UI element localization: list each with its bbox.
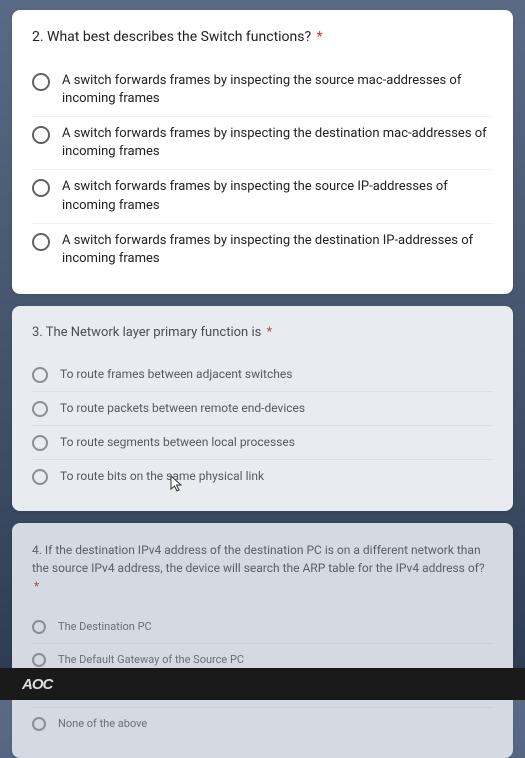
question-title: 4. If the destination IPv4 address of th… bbox=[32, 541, 493, 595]
option-row[interactable]: To route bits on the same physical link bbox=[32, 460, 493, 493]
option-label: To route packets between remote end-devi… bbox=[60, 400, 493, 417]
option-label: The Destination PC bbox=[58, 619, 493, 634]
question-title: 2. What best describes the Switch functi… bbox=[32, 28, 493, 48]
radio-icon[interactable] bbox=[32, 126, 50, 144]
option-row[interactable]: The Destination PC bbox=[32, 611, 493, 643]
question-title: 3. The Network layer primary function is… bbox=[32, 324, 493, 342]
option-label: None of the above bbox=[58, 716, 493, 731]
option-label: To route frames between adjacent switche… bbox=[60, 366, 493, 383]
radio-icon[interactable] bbox=[32, 367, 48, 383]
question-number: 3. bbox=[32, 325, 43, 340]
monitor-bezel: AOC bbox=[0, 668, 525, 700]
option-row[interactable]: A switch forwards frames by inspecting t… bbox=[32, 170, 493, 223]
radio-icon[interactable] bbox=[32, 469, 48, 485]
radio-icon[interactable] bbox=[32, 401, 48, 417]
option-label: The Default Gateway of the Source PC bbox=[58, 652, 493, 667]
question-text: If the destination IPv4 address of the d… bbox=[32, 543, 485, 575]
option-row[interactable]: None of the above bbox=[32, 708, 493, 739]
required-mark: * bbox=[267, 325, 273, 340]
option-label: A switch forwards frames by inspecting t… bbox=[62, 178, 493, 214]
option-row[interactable]: To route packets between remote end-devi… bbox=[32, 392, 493, 426]
monitor-logo: AOC bbox=[22, 676, 52, 693]
question-card-2: 2. What best describes the Switch functi… bbox=[12, 10, 513, 294]
required-mark: * bbox=[317, 29, 323, 45]
option-row[interactable]: A switch forwards frames by inspecting t… bbox=[32, 64, 493, 117]
radio-icon[interactable] bbox=[32, 653, 46, 667]
question-card-4: 4. If the destination IPv4 address of th… bbox=[12, 523, 513, 758]
question-number: 4. bbox=[32, 543, 42, 557]
option-label: To route segments between local processe… bbox=[60, 434, 493, 451]
radio-icon[interactable] bbox=[32, 435, 48, 451]
radio-icon[interactable] bbox=[32, 620, 46, 634]
radio-icon[interactable] bbox=[32, 179, 50, 197]
option-row[interactable]: A switch forwards frames by inspecting t… bbox=[32, 224, 493, 276]
radio-icon[interactable] bbox=[32, 233, 50, 251]
option-row[interactable]: To route segments between local processe… bbox=[32, 426, 493, 460]
radio-icon[interactable] bbox=[32, 73, 50, 91]
question-text: What best describes the Switch functions… bbox=[47, 29, 311, 45]
option-label: To route bits on the same physical link bbox=[60, 468, 493, 485]
required-mark: * bbox=[34, 579, 39, 593]
question-text: The Network layer primary function is bbox=[46, 325, 262, 340]
option-label: A switch forwards frames by inspecting t… bbox=[62, 72, 493, 108]
option-label: A switch forwards frames by inspecting t… bbox=[62, 125, 493, 161]
question-number: 2. bbox=[32, 29, 44, 45]
option-label: A switch forwards frames by inspecting t… bbox=[62, 232, 493, 268]
question-card-3: 3. The Network layer primary function is… bbox=[12, 306, 513, 511]
option-row[interactable]: To route frames between adjacent switche… bbox=[32, 358, 493, 392]
option-row[interactable]: A switch forwards frames by inspecting t… bbox=[32, 117, 493, 170]
radio-icon[interactable] bbox=[32, 717, 46, 731]
